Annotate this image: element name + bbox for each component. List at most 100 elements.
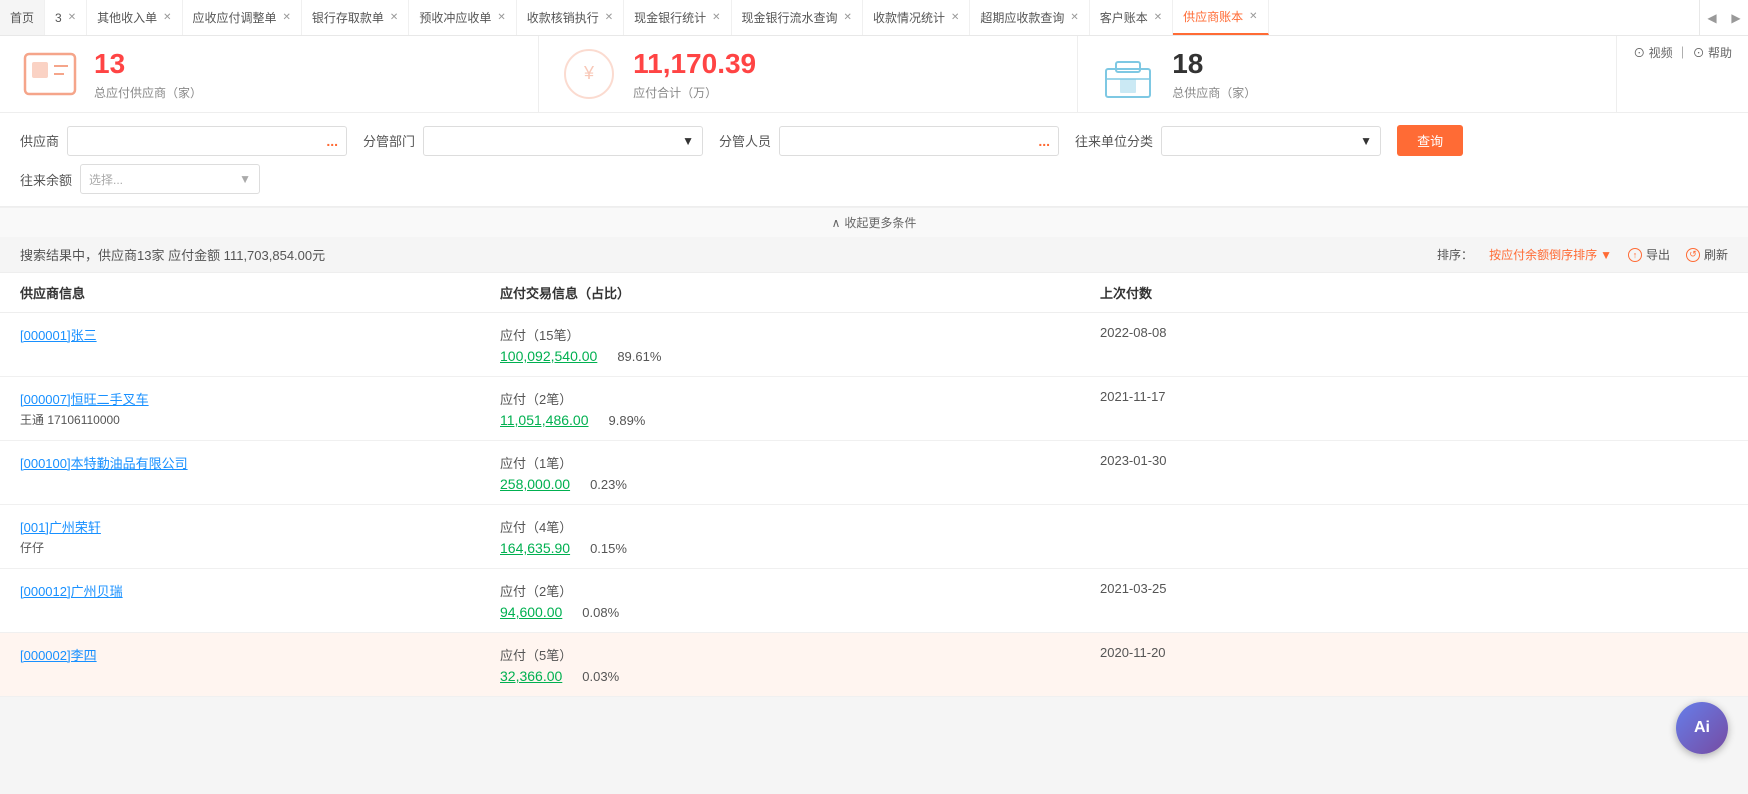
- collapse-label: 收起更多条件: [844, 214, 916, 231]
- supplier-link-2[interactable]: [000100]本特勤油品有限公司: [20, 453, 500, 472]
- filter-supplier: 供应商 ...: [20, 126, 347, 156]
- nav-close-cash-bank-stat[interactable]: ✕: [712, 12, 720, 23]
- category-select[interactable]: ▼: [1161, 126, 1381, 156]
- supplier-link-5[interactable]: [000002]李四: [20, 645, 500, 664]
- table-row: [000100]本特勤油品有限公司 应付（1笔） 258,000.00 0.23…: [0, 441, 1748, 505]
- search-button[interactable]: 查询: [1397, 125, 1463, 156]
- tx-amount-2[interactable]: 258,000.00: [500, 476, 570, 492]
- refresh-button[interactable]: ↺ 刷新: [1686, 246, 1728, 263]
- tx-amount-0[interactable]: 100,092,540.00: [500, 348, 597, 364]
- balance-arrow: ▼: [239, 172, 251, 186]
- nav-close-supplier-ledger[interactable]: ✕: [1249, 11, 1257, 22]
- ai-label: Ai: [1694, 719, 1710, 737]
- stat-payable-total: ¥ 11,170.39 应付合计（万）: [539, 36, 1078, 112]
- col-supplier-header: 供应商信息: [20, 283, 500, 302]
- transaction-info-4: 应付（2笔） 94,600.00 0.08%: [500, 581, 1100, 620]
- dept-select[interactable]: ▼: [423, 126, 703, 156]
- nav-scroll-left[interactable]: ◀: [1700, 0, 1724, 36]
- last-payment-5: 2020-11-20: [1100, 645, 1728, 660]
- stat-suppliers-info: 18 总供应商（家）: [1172, 47, 1256, 102]
- collapse-bar: ∧ 收起更多条件: [0, 207, 1748, 237]
- nav-close-bank-deposit[interactable]: ✕: [390, 12, 398, 23]
- supplier-link-1[interactable]: [000007]恒旺二手叉车: [20, 389, 500, 408]
- person-input[interactable]: ...: [779, 126, 1059, 156]
- help-link[interactable]: ⊙ 帮助: [1693, 44, 1732, 61]
- tx-pct-3: 0.15%: [590, 541, 627, 556]
- tx-amount-4[interactable]: 94,600.00: [500, 604, 562, 620]
- col-last-payment-header: 上次付数: [1100, 283, 1728, 302]
- tx-label-2: 应付（1笔）: [500, 453, 1100, 472]
- nav-tab-3[interactable]: 3 ✕: [45, 0, 87, 35]
- stat-total-label: 应付合计（万）: [633, 84, 756, 101]
- nav-prepay-offset[interactable]: 预收冲应收单 ✕: [409, 0, 516, 35]
- nav-cash-bank-stat[interactable]: 现金银行统计 ✕: [624, 0, 731, 35]
- supplier-info-4: [000012]广州贝瑞: [20, 581, 500, 600]
- export-button[interactable]: ↑ 导出: [1628, 246, 1670, 263]
- tx-pct-0: 89.61%: [617, 349, 661, 364]
- collapse-icon: ∧: [832, 216, 841, 230]
- ai-button[interactable]: Ai: [1676, 702, 1728, 754]
- results-actions: 排序： 按应付余额倒序排序 ▼ ↑ 导出 ↺ 刷新: [1437, 246, 1728, 263]
- supplier-info-3: [001]广州荣轩 仔仔: [20, 517, 500, 556]
- dept-label: 分管部门: [363, 131, 415, 150]
- nav-home[interactable]: 首页: [0, 0, 45, 35]
- top-navigation: 首页 3 ✕ 其他收入单 ✕ 应收应付调整单 ✕ 银行存取款单 ✕ 预收冲应收单…: [0, 0, 1748, 36]
- stat-payable-number: 13: [94, 47, 202, 81]
- stat-payable-info: 13 总应付供应商（家）: [94, 47, 202, 102]
- nav-close-ar-ap-adjust[interactable]: ✕: [283, 12, 291, 23]
- balance-select[interactable]: 选择... ▼: [80, 164, 260, 194]
- filter-row-2: 往来余额 选择... ▼: [20, 164, 1728, 194]
- collapse-button[interactable]: ∧ 收起更多条件: [832, 214, 917, 231]
- nav-close-customer-ledger[interactable]: ✕: [1154, 12, 1162, 23]
- nav-close-cash-flow-query[interactable]: ✕: [844, 12, 852, 23]
- supplier-link-0[interactable]: [000001]张三: [20, 325, 500, 344]
- sort-label: 排序：: [1437, 246, 1473, 263]
- nav-customer-ledger[interactable]: 客户账本 ✕: [1090, 0, 1173, 35]
- table-row: [000002]李四 应付（5笔） 32,366.00 0.03% 2020-1…: [0, 633, 1748, 697]
- tx-pct-5: 0.03%: [582, 669, 619, 684]
- nav-bank-deposit[interactable]: 银行存取款单 ✕: [302, 0, 409, 35]
- nav-home-label: 首页: [10, 9, 34, 26]
- payable-total-icon: ¥: [559, 44, 619, 104]
- person-dots[interactable]: ...: [1038, 133, 1050, 149]
- payment-date-4: 2021-03-25: [1100, 581, 1167, 596]
- balance-label: 往来余额: [20, 170, 72, 189]
- nav-close-other-income[interactable]: ✕: [163, 12, 171, 23]
- supplier-link-3[interactable]: [001]广州荣轩: [20, 517, 500, 536]
- nav-scroll-right[interactable]: ▶: [1724, 0, 1748, 36]
- supplier-input[interactable]: ...: [67, 126, 347, 156]
- tx-amount-3[interactable]: 164,635.90: [500, 540, 570, 556]
- nav-close-payment-stat[interactable]: ✕: [951, 12, 959, 23]
- nav-overdue-query[interactable]: 超期应收款查询 ✕: [970, 0, 1089, 35]
- nav-cash-flow-query[interactable]: 现金银行流水查询 ✕: [732, 0, 863, 35]
- tx-amount-5[interactable]: 32,366.00: [500, 668, 562, 684]
- nav-ar-ap-adjust[interactable]: 应收应付调整单 ✕: [183, 0, 302, 35]
- person-label: 分管人员: [719, 131, 771, 150]
- total-suppliers-icon: [1098, 44, 1158, 104]
- tx-amount-1[interactable]: 11,051,486.00: [500, 412, 589, 428]
- transaction-info-1: 应付（2笔） 11,051,486.00 9.89%: [500, 389, 1100, 428]
- video-link[interactable]: ⊙ 视频: [1633, 44, 1672, 61]
- last-payment-0: 2022-08-08: [1100, 325, 1728, 340]
- tx-label-5: 应付（5笔）: [500, 645, 1100, 664]
- nav-other-income[interactable]: 其他收入单 ✕: [87, 0, 182, 35]
- nav-supplier-ledger[interactable]: 供应商账本 ✕: [1173, 0, 1268, 35]
- supplier-dots[interactable]: ...: [326, 133, 338, 149]
- links-divider: ｜: [1677, 44, 1689, 61]
- nav-other-income-label: 其他收入单: [97, 9, 157, 26]
- nav-close-receipt-verify[interactable]: ✕: [605, 12, 613, 23]
- sort-select[interactable]: 按应付余额倒序排序 ▼: [1489, 246, 1612, 263]
- supplier-info-1: [000007]恒旺二手叉车 王通 17106110000: [20, 389, 500, 428]
- tx-label-0: 应付（15笔）: [500, 325, 1100, 344]
- nav-payment-stat[interactable]: 收款情况统计 ✕: [863, 0, 970, 35]
- supplier-link-4[interactable]: [000012]广州贝瑞: [20, 581, 500, 600]
- nav-close-3[interactable]: ✕: [68, 12, 76, 23]
- supplier-info-0: [000001]张三: [20, 325, 500, 344]
- nav-close-prepay-offset[interactable]: ✕: [497, 12, 505, 23]
- export-icon: ↑: [1628, 248, 1642, 262]
- nav-receipt-verify[interactable]: 收款核销执行 ✕: [517, 0, 624, 35]
- tx-label-1: 应付（2笔）: [500, 389, 1100, 408]
- filter-person: 分管人员 ...: [719, 126, 1059, 156]
- nav-close-overdue-query[interactable]: ✕: [1070, 12, 1078, 23]
- transaction-info-0: 应付（15笔） 100,092,540.00 89.61%: [500, 325, 1100, 364]
